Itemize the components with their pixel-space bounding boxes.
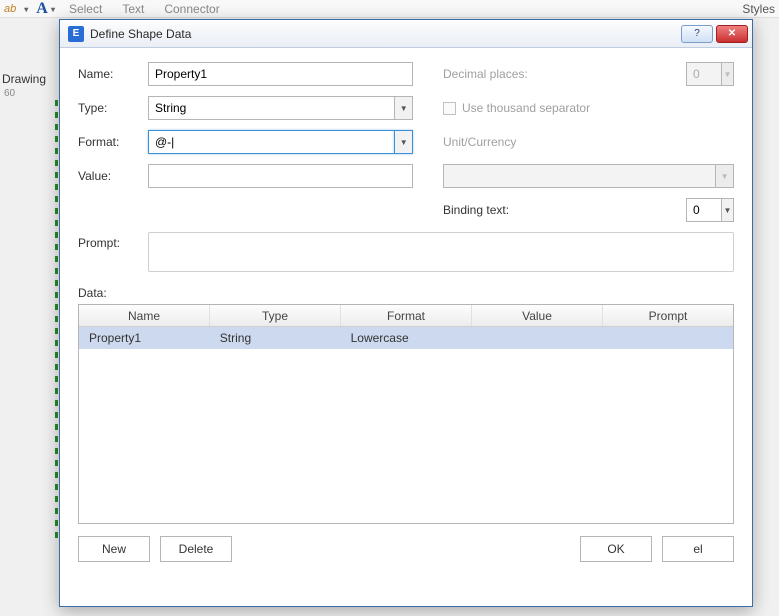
col-name[interactable]: Name: [79, 305, 210, 326]
vertical-ruler: [55, 100, 58, 540]
binding-text-label: Binding text:: [443, 203, 603, 217]
table-row[interactable]: Property1 String Lowercase: [79, 327, 733, 349]
data-table[interactable]: Name Type Format Value Prompt Property1 …: [78, 304, 734, 524]
cell-prompt: [602, 327, 733, 349]
new-button[interactable]: New: [78, 536, 150, 562]
decimal-places-label: Decimal places:: [443, 67, 603, 81]
app-icon: E: [68, 26, 84, 42]
format-label: Format:: [78, 135, 148, 149]
close-button[interactable]: ✕: [716, 25, 748, 43]
cell-type: String: [210, 327, 341, 349]
styles-panel-label: Styles: [742, 2, 775, 16]
delete-button[interactable]: Delete: [160, 536, 232, 562]
table-header: Name Type Format Value Prompt: [79, 305, 733, 327]
col-value[interactable]: Value: [472, 305, 603, 326]
name-label: Name:: [78, 67, 148, 81]
text-case-icon[interactable]: ab: [4, 3, 16, 15]
dialog-titlebar[interactable]: E Define Shape Data ? ✕: [60, 20, 752, 48]
value-label: Value:: [78, 169, 148, 183]
prompt-textarea[interactable]: [148, 232, 734, 272]
dialog-title: Define Shape Data: [90, 27, 678, 41]
data-label: Data:: [78, 286, 734, 300]
unit-currency-combo: ▼: [443, 164, 734, 188]
binding-text-input[interactable]: [686, 198, 721, 222]
value-input[interactable]: [148, 164, 413, 188]
unit-currency-label: Unit/Currency: [443, 135, 734, 149]
select-tool[interactable]: Select: [63, 2, 108, 16]
format-input[interactable]: [148, 130, 394, 154]
cell-format: Lowercase: [341, 327, 472, 349]
binding-text-combo[interactable]: ▼: [686, 198, 734, 222]
format-combo[interactable]: ▼: [148, 130, 413, 154]
main-toolbar: ab▾ A ▾ Select Text Connector Styles: [0, 0, 779, 18]
font-color-icon[interactable]: A ▾: [36, 0, 55, 18]
type-combo[interactable]: ▼: [148, 96, 413, 120]
thousand-separator-checkbox[interactable]: [443, 102, 456, 115]
help-button[interactable]: ?: [681, 25, 713, 43]
drawing-panel-label: Drawing: [0, 70, 55, 88]
define-shape-data-dialog: E Define Shape Data ? ✕ Name: Decimal pl…: [59, 19, 753, 607]
type-input[interactable]: [148, 96, 394, 120]
col-prompt[interactable]: Prompt: [603, 305, 733, 326]
type-label: Type:: [78, 101, 148, 115]
chevron-down-icon: ▼: [721, 62, 734, 86]
prompt-label: Prompt:: [78, 232, 148, 250]
cancel-button[interactable]: el: [662, 536, 734, 562]
cell-value: [471, 327, 602, 349]
unit-currency-input: [443, 164, 715, 188]
chevron-down-icon: ▼: [715, 164, 734, 188]
name-input[interactable]: [148, 62, 413, 86]
connector-tool[interactable]: Connector: [158, 2, 225, 16]
decimal-places-combo: ▼: [686, 62, 734, 86]
ok-button[interactable]: OK: [580, 536, 652, 562]
chevron-down-icon[interactable]: ▼: [721, 198, 734, 222]
thousand-separator-label: Use thousand separator: [462, 101, 590, 115]
text-tool[interactable]: Text: [116, 2, 150, 16]
ruler-mark: 60: [0, 88, 55, 99]
chevron-down-icon[interactable]: ▼: [394, 96, 413, 120]
left-panel: Drawing 60: [0, 70, 55, 99]
col-format[interactable]: Format: [341, 305, 472, 326]
chevron-down-icon[interactable]: ▼: [394, 130, 413, 154]
cell-name: Property1: [79, 327, 210, 349]
col-type[interactable]: Type: [210, 305, 341, 326]
decimal-places-input: [686, 62, 721, 86]
